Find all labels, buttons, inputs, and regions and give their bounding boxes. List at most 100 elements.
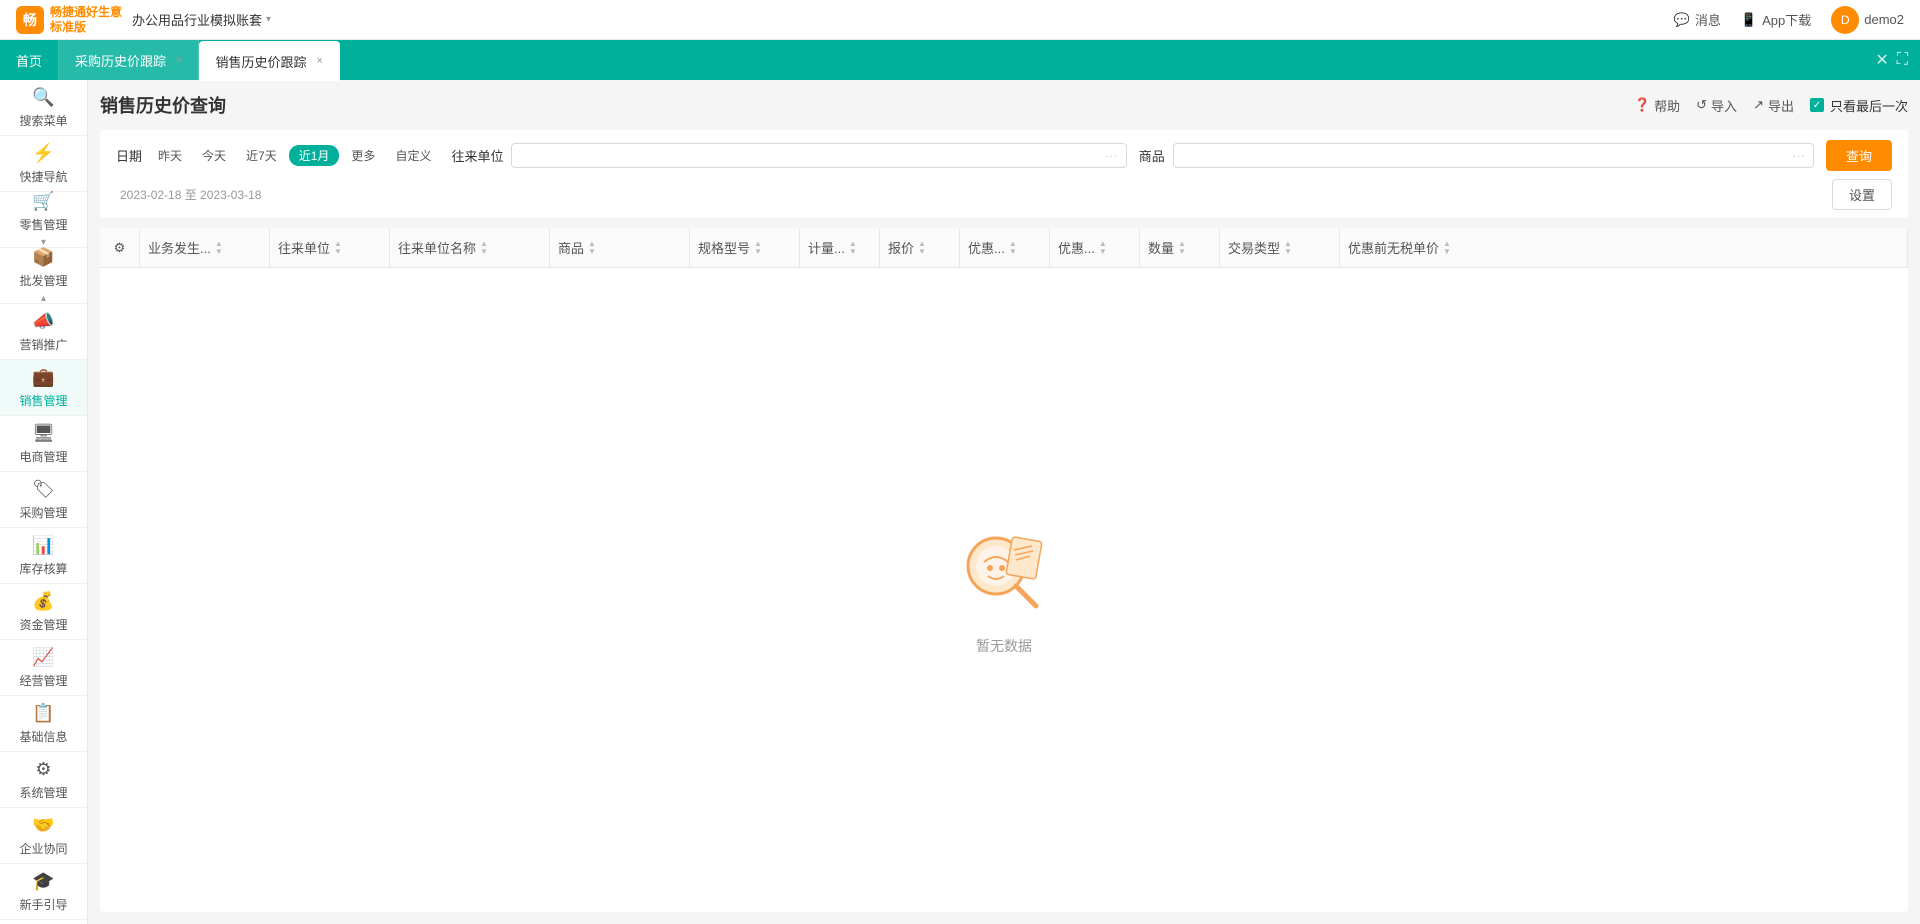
partner-input[interactable]: ··· <box>511 143 1126 168</box>
date-label: 日期 <box>116 146 142 165</box>
sidebar-item-search-menu[interactable]: 🔍 搜索菜单 <box>0 80 87 136</box>
sort-goods-icon: ▲▼ <box>588 240 596 256</box>
logo-text: 畅捷通好生意 标准版 <box>50 5 122 34</box>
finance-icon: 💰 <box>32 591 54 612</box>
lightning-icon: ⚡ <box>32 143 54 164</box>
sort-price-icon: ▲▼ <box>918 240 926 256</box>
sidebar-item-wholesale-mgmt[interactable]: 📦 批发管理 ▴ <box>0 248 87 304</box>
page-title: 销售历史价查询 <box>100 92 226 118</box>
sidebar-item-marketing[interactable]: 📣 营销推广 <box>0 304 87 360</box>
sidebar-item-sales-mgmt[interactable]: 💼 销售管理 <box>0 360 87 416</box>
close-all-tabs-button[interactable]: ✕ <box>1875 50 1888 70</box>
sort-trade-type-icon: ▲▼ <box>1284 240 1292 256</box>
th-goods[interactable]: 商品 ▲▼ <box>550 228 690 267</box>
sidebar-item-enterprise-collab[interactable]: 🤝 企业协同 <box>0 808 87 864</box>
sort-discount1-icon: ▲▼ <box>1009 240 1017 256</box>
search-button[interactable]: 查询 <box>1826 140 1892 171</box>
import-button[interactable]: ↺ 导入 <box>1696 96 1737 115</box>
sidebar-item-operation-mgmt[interactable]: 📈 经营管理 <box>0 640 87 696</box>
th-discount1[interactable]: 优惠... ▲▼ <box>960 228 1050 267</box>
date-btn-yesterday[interactable]: 昨天 <box>150 145 190 166</box>
page-header: 销售历史价查询 ❓ 帮助 ↺ 导入 ↗ 导出 ✓ 只看最后一次 <box>100 92 1908 118</box>
date-btn-more[interactable]: 更多 <box>343 145 383 166</box>
th-discount2[interactable]: 优惠... ▲▼ <box>1050 228 1140 267</box>
goods-label: 商品 <box>1139 146 1165 165</box>
sidebar-item-finance-mgmt[interactable]: 💰 资金管理 <box>0 584 87 640</box>
logo-icon: 畅 <box>16 6 44 34</box>
sidebar-item-app-center[interactable]: 📱 应用中心 <box>0 920 87 924</box>
sidebar-item-basic-info[interactable]: 📋 基础信息 <box>0 696 87 752</box>
filter-row-2: 2023-02-18 至 2023-03-18 设置 <box>116 179 1892 210</box>
top-bar: 畅 畅捷通好生意 标准版 办公用品行业模拟账套 ▾ 💬 消息 📱 App下载 D… <box>0 0 1920 40</box>
message-button[interactable]: 💬 消息 <box>1674 10 1721 29</box>
tab-home[interactable]: 首页 <box>0 40 59 80</box>
sidebar: 🔍 搜索菜单 ⚡ 快捷导航 🛒 零售管理 ▾ 📦 批发管理 ▴ 📣 营销推广 💼… <box>0 80 88 924</box>
date-btn-7days[interactable]: 近7天 <box>238 145 285 166</box>
top-bar-left: 畅 畅捷通好生意 标准版 办公用品行业模拟账套 ▾ <box>16 5 271 34</box>
last-only-checkbox[interactable]: ✓ <box>1810 98 1824 112</box>
company-dropdown-arrow: ▾ <box>266 14 271 25</box>
table-header: ⚙ 业务发生... ▲▼ 往来单位 ▲▼ 往来单位名称 ▲▼ 商品 ▲▼ <box>100 228 1908 268</box>
goods-filter-group: 商品 ··· <box>1139 143 1814 168</box>
sidebar-item-purchase-mgmt[interactable]: 🏷 采购管理 <box>0 472 87 528</box>
sidebar-item-new-guide[interactable]: 🎓 新手引导 <box>0 864 87 920</box>
date-btn-custom[interactable]: 自定义 <box>387 145 439 166</box>
date-btn-today[interactable]: 今天 <box>194 145 234 166</box>
th-partner-code[interactable]: 往来单位 ▲▼ <box>270 228 390 267</box>
sort-qty-icon: ▲▼ <box>1178 240 1186 256</box>
ecommerce-icon: 🖥 <box>32 423 55 444</box>
date-btn-1month[interactable]: 近1月 <box>289 145 340 166</box>
th-spec[interactable]: 规格型号 ▲▼ <box>690 228 800 267</box>
sort-date-icon: ▲▼ <box>215 240 223 256</box>
user-profile[interactable]: D demo2 <box>1831 6 1904 34</box>
goods-input[interactable]: ··· <box>1173 143 1814 168</box>
filter-action-buttons: 查询 <box>1826 140 1892 171</box>
sidebar-item-quick-nav[interactable]: ⚡ 快捷导航 <box>0 136 87 192</box>
th-partner-name[interactable]: 往来单位名称 ▲▼ <box>390 228 550 267</box>
message-icon: 💬 <box>1674 12 1690 28</box>
sidebar-item-inventory-check[interactable]: 📊 库存核算 <box>0 528 87 584</box>
sidebar-item-retail-mgmt[interactable]: 🛒 零售管理 ▾ <box>0 192 87 248</box>
logo-area: 畅 畅捷通好生意 标准版 <box>16 5 122 34</box>
export-button[interactable]: ↗ 导出 <box>1753 96 1794 115</box>
th-unit[interactable]: 计量... ▲▼ <box>800 228 880 267</box>
maximize-button[interactable]: ⛶ <box>1897 51 1908 69</box>
avatar: D <box>1831 6 1859 34</box>
th-trade-type[interactable]: 交易类型 ▲▼ <box>1220 228 1340 267</box>
collab-icon: 🤝 <box>32 815 54 836</box>
sidebar-item-system-settings[interactable]: ⚙ 系统管理 <box>0 752 87 808</box>
app-download-button[interactable]: 📱 App下载 <box>1741 10 1811 29</box>
tab-purchase-history-close[interactable]: × <box>176 54 182 66</box>
empty-state: 暂无数据 <box>100 268 1908 912</box>
guide-icon: 🎓 <box>32 871 54 892</box>
th-price[interactable]: 报价 ▲▼ <box>880 228 960 267</box>
date-buttons: 昨天 今天 近7天 近1月 更多 自定义 <box>150 145 439 166</box>
inventory-icon: 📊 <box>32 535 54 556</box>
empty-text: 暂无数据 <box>976 636 1032 656</box>
settings-icon: ⚙ <box>35 759 51 780</box>
filter-row-1: 日期 昨天 今天 近7天 近1月 更多 自定义 往来单位 ··· <box>116 140 1892 171</box>
basic-info-icon: 📋 <box>32 703 54 724</box>
sort-pretax-icon: ▲▼ <box>1443 240 1451 256</box>
sort-spec-icon: ▲▼ <box>754 240 762 256</box>
operation-icon: 📈 <box>32 647 54 668</box>
last-only-checkbox-label[interactable]: ✓ 只看最后一次 <box>1810 96 1908 115</box>
sort-discount2-icon: ▲▼ <box>1099 240 1107 256</box>
company-selector[interactable]: 办公用品行业模拟账套 ▾ <box>132 10 271 29</box>
settings-button[interactable]: 设置 <box>1832 179 1892 210</box>
sidebar-item-ecommerce-mgmt[interactable]: 🖥 电商管理 <box>0 416 87 472</box>
cart-icon: 🛒 <box>32 191 54 212</box>
th-date[interactable]: 业务发生... ▲▼ <box>140 228 270 267</box>
box-icon: 📦 <box>32 247 54 268</box>
th-qty[interactable]: 数量 ▲▼ <box>1140 228 1220 267</box>
partner-input-dots: ··· <box>1105 148 1118 163</box>
tab-sales-history[interactable]: 销售历史价跟踪 × <box>199 41 339 81</box>
mobile-icon: 📱 <box>1741 12 1757 28</box>
help-button[interactable]: ❓ 帮助 <box>1634 96 1680 115</box>
tab-purchase-history[interactable]: 采购历史价跟踪 × <box>59 40 199 80</box>
table-settings-icon: ⚙ <box>114 240 126 256</box>
partner-label: 往来单位 <box>451 146 503 165</box>
th-settings[interactable]: ⚙ <box>100 230 140 266</box>
th-pretax-price[interactable]: 优惠前无税单价 ▲▼ <box>1340 228 1908 267</box>
tab-sales-history-close[interactable]: × <box>316 55 322 67</box>
